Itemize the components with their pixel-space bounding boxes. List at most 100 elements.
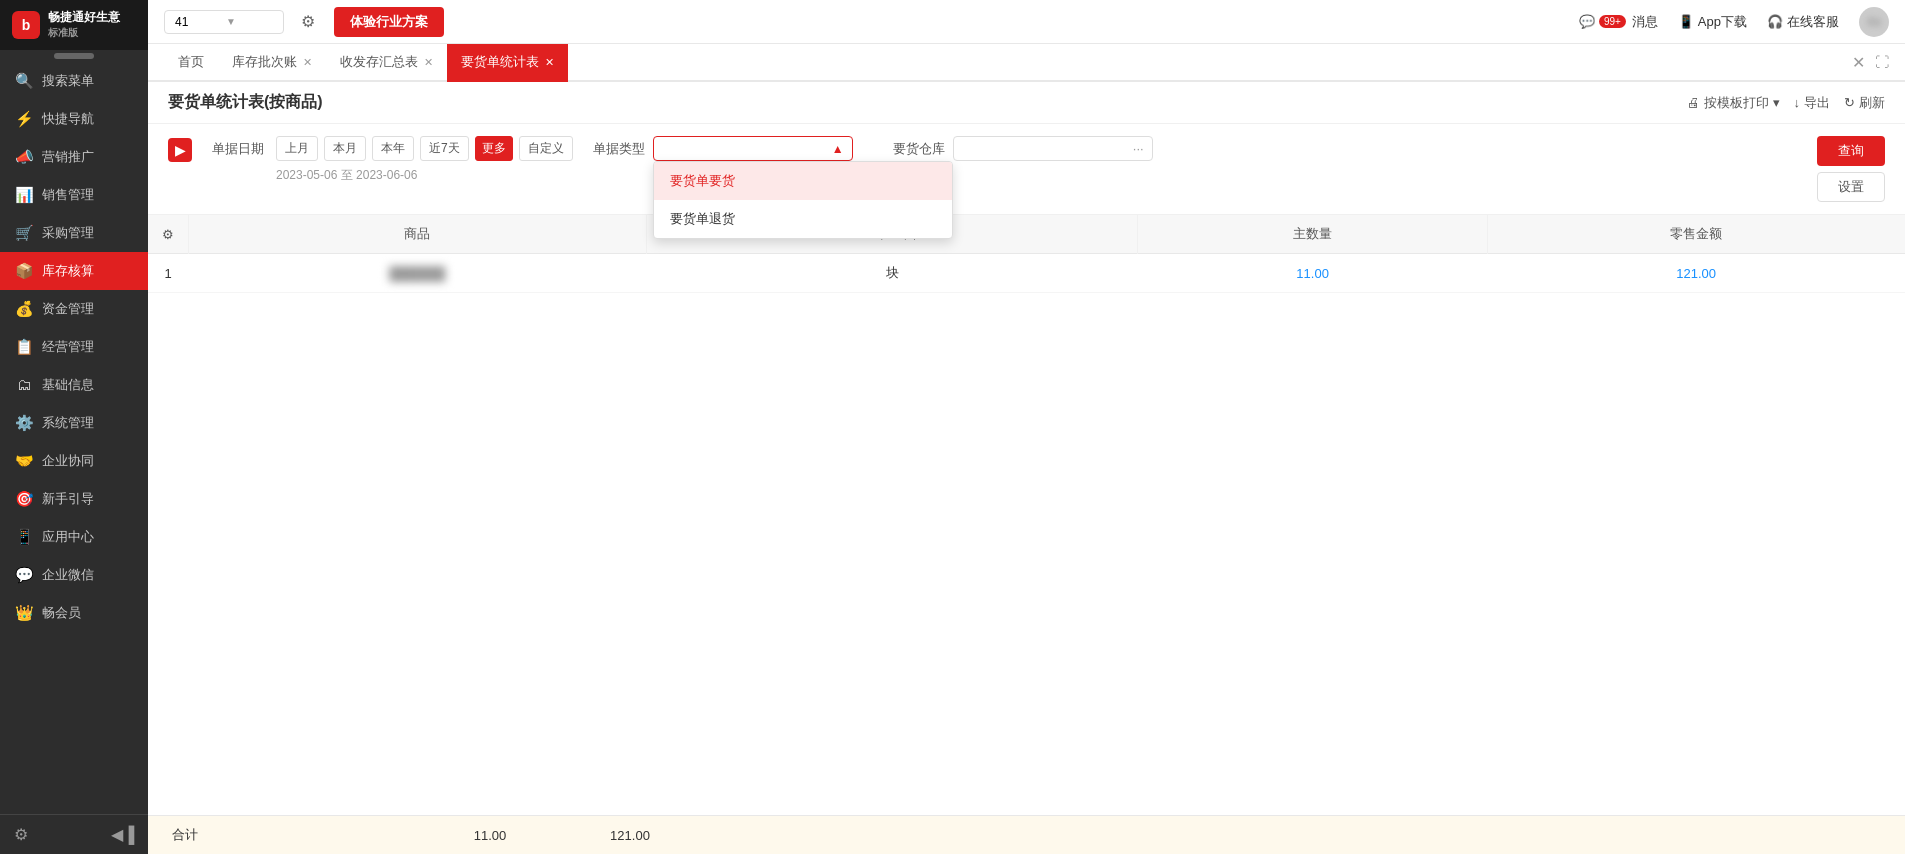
date-custom-btn[interactable]: 自定义 (519, 136, 573, 161)
tab-summary-label: 收发存汇总表 (340, 53, 418, 71)
row-index: 1 (148, 254, 188, 293)
sidebar-footer: ⚙ ◀▐ (0, 814, 148, 854)
filter-actions: 查询 设置 (1817, 136, 1885, 202)
type-select-box[interactable]: ▲ (653, 136, 853, 161)
messages-label: 消息 (1632, 13, 1658, 31)
date-last-7days-btn[interactable]: 近7天 (420, 136, 469, 161)
export-button[interactable]: ↓ 导出 (1794, 94, 1831, 112)
user-avatar[interactable]: Rit (1859, 7, 1889, 37)
export-icon: ↓ (1794, 95, 1801, 110)
footer-quantity: 11.00 (410, 828, 570, 843)
quick-nav-icon: ⚡ (14, 110, 34, 128)
sidebar-item-sales[interactable]: 📊 销售管理 (0, 176, 148, 214)
tab-bar: 首页 库存批次账 ✕ 收发存汇总表 ✕ 要货单统计表 ✕ ✕ ⛶ (148, 44, 1905, 82)
sidebar-item-collab[interactable]: 🤝 企业协同 (0, 442, 148, 480)
tab-home-label: 首页 (178, 53, 204, 71)
date-range-display: 2023-05-06 至 2023-06-06 (276, 167, 417, 184)
type-label: 单据类型 (593, 140, 645, 158)
sidebar-item-management[interactable]: 📋 经营管理 (0, 328, 148, 366)
basic-info-icon: 🗂 (14, 376, 34, 393)
messages-badge: 99+ (1599, 15, 1626, 28)
filter-bar: ▶ 单据日期 上月 本月 本年 近7天 更多 自定义 2023-05-06 至 (148, 124, 1905, 215)
settings-button[interactable]: 设置 (1817, 172, 1885, 202)
store-selector[interactable]: 41 ▼ (164, 10, 284, 34)
type-dropdown: 要货单要货 要货单退货 (653, 161, 953, 239)
sidebar-item-wechat[interactable]: 💬 企业微信 (0, 556, 148, 594)
online-service-button[interactable]: 🎧 在线客服 (1767, 13, 1839, 31)
tab-order-stats-label: 要货单统计表 (461, 53, 539, 71)
logo-icon: b (12, 11, 40, 39)
sidebar-item-inventory[interactable]: 📦 库存核算 (0, 252, 148, 290)
column-settings-icon[interactable]: ⚙ (162, 227, 174, 242)
warehouse-dots-icon: ··· (1133, 141, 1144, 156)
app-download-button[interactable]: 📱 App下载 (1678, 13, 1747, 31)
tab-order-stats[interactable]: 要货单统计表 ✕ (447, 44, 568, 82)
tab-order-stats-close[interactable]: ✕ (545, 56, 554, 69)
table-header-settings[interactable]: ⚙ (148, 215, 188, 254)
filter-expand-button[interactable]: ▶ (168, 138, 192, 162)
purchase-icon: 🛒 (14, 224, 34, 242)
row-quantity[interactable]: 11.00 (1138, 254, 1487, 293)
type-select-arrow: ▲ (832, 142, 844, 156)
management-icon: 📋 (14, 338, 34, 356)
date-this-year-btn[interactable]: 本年 (372, 136, 414, 161)
date-quick-buttons: 上月 本月 本年 近7天 更多 自定义 (276, 136, 573, 161)
warehouse-label: 要货仓库 (893, 140, 945, 158)
sidebar-item-basic-info[interactable]: 🗂 基础信息 (0, 366, 148, 404)
tab-summary[interactable]: 收发存汇总表 ✕ (326, 44, 447, 82)
sidebar-nav: 🔍 搜索菜单 ⚡ 快捷导航 📣 营销推广 📊 销售管理 🛒 采购管理 📦 库存核… (0, 62, 148, 814)
tab-inventory-batch[interactable]: 库存批次账 ✕ (218, 44, 326, 82)
table-header-product: 商品 (188, 215, 647, 254)
sidebar-item-app-center[interactable]: 📱 应用中心 (0, 518, 148, 556)
row-amount[interactable]: 121.00 (1487, 254, 1905, 293)
tab-inventory-batch-close[interactable]: ✕ (303, 56, 312, 69)
sidebar-item-search[interactable]: 🔍 搜索菜单 (0, 62, 148, 100)
table-header-row: ⚙ 商品 主计量单位 主数量 零售金额 (148, 215, 1905, 254)
sidebar-item-system[interactable]: ⚙️ 系统管理 (0, 404, 148, 442)
warehouse-filter: 要货仓库 ··· (893, 136, 1153, 161)
refresh-button[interactable]: ↻ 刷新 (1844, 94, 1885, 112)
close-all-tabs-button[interactable]: ✕ (1852, 53, 1865, 72)
tab-expand-button[interactable]: ⛶ (1875, 54, 1889, 70)
collapse-icon[interactable]: ◀▐ (111, 825, 134, 844)
query-button[interactable]: 查询 (1817, 136, 1885, 166)
type-option-order[interactable]: 要货单要货 (654, 162, 952, 200)
print-button[interactable]: 🖨 按模板打印 ▾ (1687, 94, 1780, 112)
finance-icon: 💰 (14, 300, 34, 318)
date-this-month-btn[interactable]: 本月 (324, 136, 366, 161)
page-content: 要货单统计表(按商品) 🖨 按模板打印 ▾ ↓ 导出 ↻ 刷新 ▶ (148, 82, 1905, 854)
row-unit: 块 (647, 254, 1138, 293)
type-option-return[interactable]: 要货单退货 (654, 200, 952, 238)
settings-icon[interactable]: ⚙ (14, 825, 28, 844)
tab-inventory-batch-label: 库存批次账 (232, 53, 297, 71)
date-last-month-btn[interactable]: 上月 (276, 136, 318, 161)
sidebar-item-purchase[interactable]: 🛒 采购管理 (0, 214, 148, 252)
main-content: 41 ▼ ⚙ 体验行业方案 💬 99+ 消息 📱 App下载 🎧 在线客服 Ri… (148, 0, 1905, 854)
sidebar-item-finance[interactable]: 💰 资金管理 (0, 290, 148, 328)
wechat-icon: 💬 (14, 566, 34, 584)
collab-icon: 🤝 (14, 452, 34, 470)
store-dropdown-arrow: ▼ (226, 16, 273, 27)
warehouse-placeholder (964, 141, 1124, 156)
date-filter-group: 单据日期 上月 本月 本年 近7天 更多 自定义 2023-05-06 至 20… (212, 136, 573, 184)
tab-summary-close[interactable]: ✕ (424, 56, 433, 69)
tab-home[interactable]: 首页 (164, 44, 218, 82)
data-table: ⚙ 商品 主计量单位 主数量 零售金额 1 ██████ 块 (148, 215, 1905, 293)
sidebar-item-members[interactable]: 👑 畅会员 (0, 594, 148, 632)
date-label: 单据日期 (212, 140, 264, 158)
settings-gear-button[interactable]: ⚙ (294, 8, 322, 36)
sidebar-item-guide[interactable]: 🎯 新手引导 (0, 480, 148, 518)
sales-icon: 📊 (14, 186, 34, 204)
trial-button[interactable]: 体验行业方案 (334, 7, 444, 37)
warehouse-select-box[interactable]: ··· (953, 136, 1153, 161)
search-icon: 🔍 (14, 72, 34, 90)
scroll-thumb (54, 53, 94, 59)
footer-amount: 121.00 (570, 828, 690, 843)
sidebar-item-quick-nav[interactable]: ⚡ 快捷导航 (0, 100, 148, 138)
type-select: ▲ 要货单要货 要货单退货 (653, 136, 853, 161)
date-more-btn[interactable]: 更多 (475, 136, 513, 161)
table-footer: 合计 11.00 121.00 (148, 815, 1905, 854)
messages-button[interactable]: 💬 99+ 消息 (1579, 13, 1658, 31)
sidebar-item-marketing[interactable]: 📣 营销推广 (0, 138, 148, 176)
date-range-row: 2023-05-06 至 2023-06-06 (212, 167, 573, 184)
